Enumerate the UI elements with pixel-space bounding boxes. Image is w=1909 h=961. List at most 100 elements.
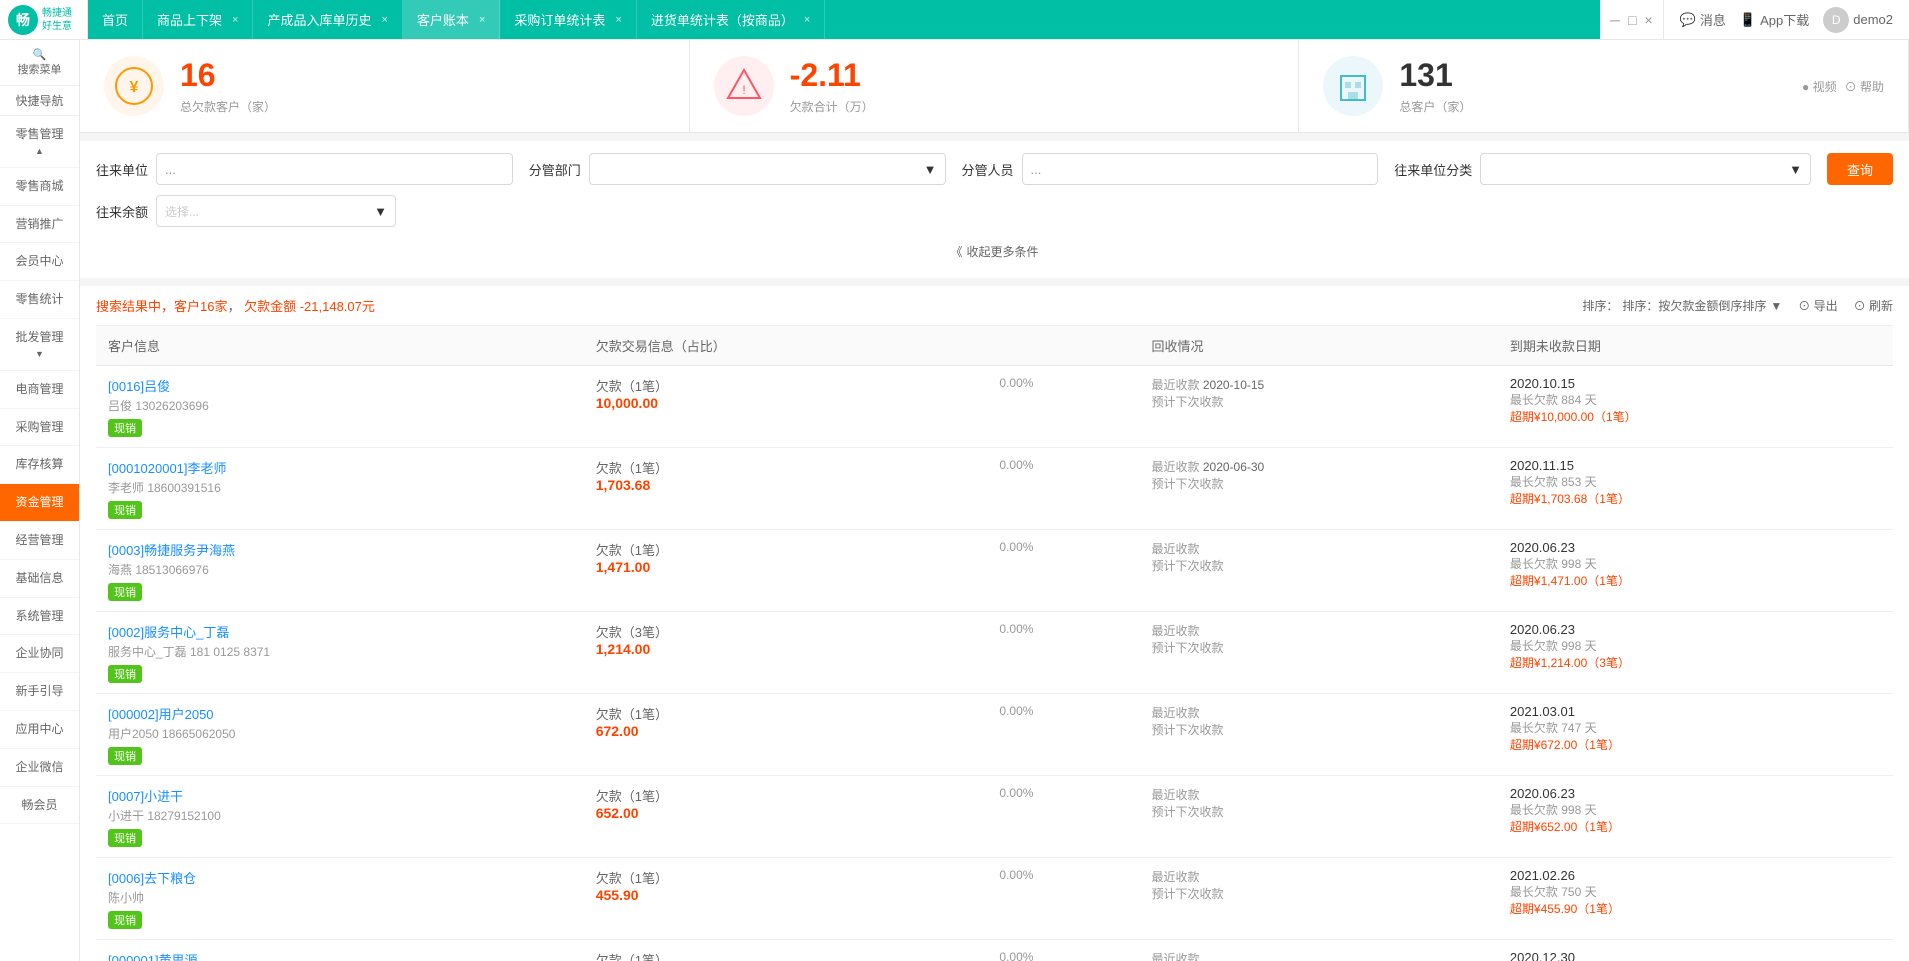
customer-table: 客户信息 欠款交易信息（占比） 回收情况 到期未收款日期 [0016]吕俊 吕俊…	[96, 326, 1893, 961]
debt-amount-value[interactable]: 1,471.00	[596, 559, 976, 575]
customer-contact: 李老师 18600391516	[108, 479, 572, 496]
latest-collect-label: 最近收款	[1151, 952, 1199, 961]
sidebar-item-ecommerce[interactable]: 电商管理	[0, 371, 79, 409]
customer-name-link[interactable]: [0001020001]李老师	[108, 458, 572, 477]
sidebar-item-retail-mall[interactable]: 零售商城	[0, 168, 79, 206]
customer-name-link[interactable]: [0006]去下粮仓	[108, 868, 572, 887]
overdue-days: 最长欠款 853 天	[1510, 473, 1881, 490]
refresh-btn[interactable]: ⊙ 刷新	[1854, 297, 1893, 314]
tab-close-icon[interactable]: ×	[232, 14, 238, 26]
overdue-amount-link[interactable]: 超期¥10,000.00（1笔）	[1510, 408, 1881, 425]
customer-name-link[interactable]: [0016]吕俊	[108, 376, 572, 395]
customer-contact: 陈小帅	[108, 889, 572, 906]
tab-customer-account[interactable]: 客户账本 ×	[403, 0, 500, 39]
brand-logo: 畅	[8, 5, 38, 35]
overdue-amount-link[interactable]: 超期¥672.00（1笔）	[1510, 736, 1881, 753]
collapse-area: 《 收起更多条件	[96, 237, 1893, 266]
cell-debt-percent: 0.00%	[987, 366, 1139, 448]
sidebar-item-app-center[interactable]: 应用中心	[0, 711, 79, 749]
sidebar-item-newbie[interactable]: 新手引导	[0, 673, 79, 711]
message-action[interactable]: 💬 消息	[1680, 10, 1726, 29]
help-btn[interactable]: ⊙ 帮助	[1845, 78, 1884, 95]
overdue-amount-link[interactable]: 超期¥1,703.68（1笔）	[1510, 490, 1881, 507]
sidebar-item-enterprise-wechat[interactable]: 企业微信	[0, 749, 79, 787]
col-header-debt-percent	[987, 326, 1139, 366]
customer-name-link[interactable]: [0002]服务中心_丁磊	[108, 622, 572, 641]
debt-amount-value[interactable]: 10,000.00	[596, 395, 976, 411]
chevron-up-icon: 《	[950, 243, 962, 260]
debt-amount-value[interactable]: 652.00	[596, 805, 976, 821]
tab-home[interactable]: 首页	[88, 0, 143, 39]
tab-product-offline[interactable]: 商品上下架 ×	[143, 0, 253, 39]
search-button[interactable]: 查询	[1827, 153, 1893, 185]
customer-name-link[interactable]: [0007]小进干	[108, 786, 572, 805]
next-collect: 预计下次收款	[1151, 639, 1485, 656]
debt-amount-value[interactable]: 1,214.00	[596, 641, 976, 657]
sidebar-item-retail-mgmt[interactable]: 零售管理 ▲	[0, 116, 79, 168]
refresh-icon: ⊙	[1854, 299, 1866, 313]
sidebar-item-enterprise-collab[interactable]: 企业协同	[0, 635, 79, 673]
sidebar-item-super-member[interactable]: 畅会员	[0, 787, 79, 825]
svg-text:¥: ¥	[130, 79, 139, 96]
sidebar-item-retail-stats[interactable]: 零售统计	[0, 281, 79, 319]
sidebar-item-basic-info[interactable]: 基础信息	[0, 560, 79, 598]
overdue-amount-link[interactable]: 超期¥1,214.00（3笔）	[1510, 654, 1881, 671]
maximize-icon[interactable]: □	[1628, 12, 1636, 28]
app-download-action[interactable]: 📱 App下载	[1740, 10, 1809, 29]
sidebar-item-system[interactable]: 系统管理	[0, 598, 79, 636]
sidebar-item-member[interactable]: 会员中心	[0, 243, 79, 281]
debt-amount-value[interactable]: 672.00	[596, 723, 976, 739]
tab-close-icon[interactable]: ×	[615, 14, 621, 26]
tab-product-history[interactable]: 产成品入库单历史 ×	[253, 0, 402, 39]
debt-amount-value[interactable]: 1,703.68	[596, 477, 976, 493]
overdue-amount-link[interactable]: 超期¥652.00（1笔）	[1510, 818, 1881, 835]
overdue-amount-link[interactable]: 超期¥1,471.00（1笔）	[1510, 572, 1881, 589]
sidebar-item-finance[interactable]: 资金管理	[0, 484, 79, 522]
close-icon[interactable]: ×	[1645, 12, 1653, 28]
view-video-btn[interactable]: ● 视频	[1802, 78, 1837, 95]
sidebar-item-purchase[interactable]: 采购管理	[0, 409, 79, 447]
customer-contact: 服务中心_丁磊 181 0125 8371	[108, 643, 572, 660]
customer-name-link[interactable]: [000001]黄思源	[108, 950, 572, 961]
sidebar-item-marketing[interactable]: 营销推广	[0, 206, 79, 244]
latest-collect: 最近收款 2020-10-15	[1151, 376, 1485, 393]
customer-contact: 小进干 18279152100	[108, 807, 572, 824]
latest-collect-label: 最近收款	[1151, 542, 1199, 556]
customer-tag: 现销	[108, 501, 142, 519]
cell-collect-info: 最近收款 2020-06-30 预计下次收款	[1139, 448, 1497, 530]
customer-contact: 吕俊 13026203696	[108, 397, 572, 414]
sidebar-search-area[interactable]: 🔍 搜索菜单	[0, 40, 79, 86]
debt-amount-value[interactable]: 455.90	[596, 887, 976, 903]
next-collect: 预计下次收款	[1151, 803, 1485, 820]
tab-close-icon[interactable]: ×	[381, 14, 387, 26]
tab-close-icon[interactable]: ×	[479, 14, 485, 26]
filter-from-unit: 往来单位 ...	[96, 153, 513, 185]
customer-tag: 现销	[108, 583, 142, 601]
search-menu-btn[interactable]: 🔍 搜索菜单	[6, 48, 73, 77]
tab-purchase-order[interactable]: 采购订单统计表 ×	[500, 0, 636, 39]
sidebar-item-inventory[interactable]: 库存核算	[0, 446, 79, 484]
balance-select[interactable]: 选择... ▼	[156, 195, 396, 227]
stat-info-total-debt: -2.11 欠款合计（万）	[790, 57, 874, 115]
svg-text:!: !	[742, 83, 745, 97]
cell-debt-percent: 0.00%	[987, 612, 1139, 694]
collapse-button[interactable]: 《 收起更多条件	[96, 237, 1893, 266]
unit-category-select[interactable]: ▼	[1480, 153, 1811, 185]
quick-nav[interactable]: 快捷导航	[0, 86, 79, 116]
tab-purchase-stats[interactable]: 进货单统计表（按商品） ×	[637, 0, 825, 39]
sidebar-item-operation[interactable]: 经营管理	[0, 522, 79, 560]
export-btn[interactable]: ⊙ 导出	[1798, 297, 1837, 314]
customer-name-link[interactable]: [0003]畅捷服务尹海燕	[108, 540, 572, 559]
manager-input[interactable]: ...	[1022, 153, 1379, 185]
overdue-amount-link[interactable]: 超期¥455.90（1笔）	[1510, 900, 1881, 917]
dept-select[interactable]: ▼	[589, 153, 946, 185]
sidebar-item-batch-mgmt[interactable]: 批发管理 ▼	[0, 319, 79, 371]
user-action[interactable]: D demo2	[1823, 7, 1893, 33]
cell-due-date: 2020.06.23 最长欠款 998 天 超期¥1,471.00（1笔）	[1498, 530, 1893, 612]
minimize-icon[interactable]: ─	[1610, 12, 1620, 28]
from-unit-input[interactable]: ...	[156, 153, 513, 185]
tab-close-icon[interactable]: ×	[804, 14, 810, 26]
sort-select[interactable]: 排序： 排序：按欠款金额倒序排序 ▼	[1582, 297, 1782, 314]
cell-collect-info: 最近收款 2020-10-15 预计下次收款	[1139, 366, 1497, 448]
customer-name-link[interactable]: [000002]用户2050	[108, 704, 572, 723]
